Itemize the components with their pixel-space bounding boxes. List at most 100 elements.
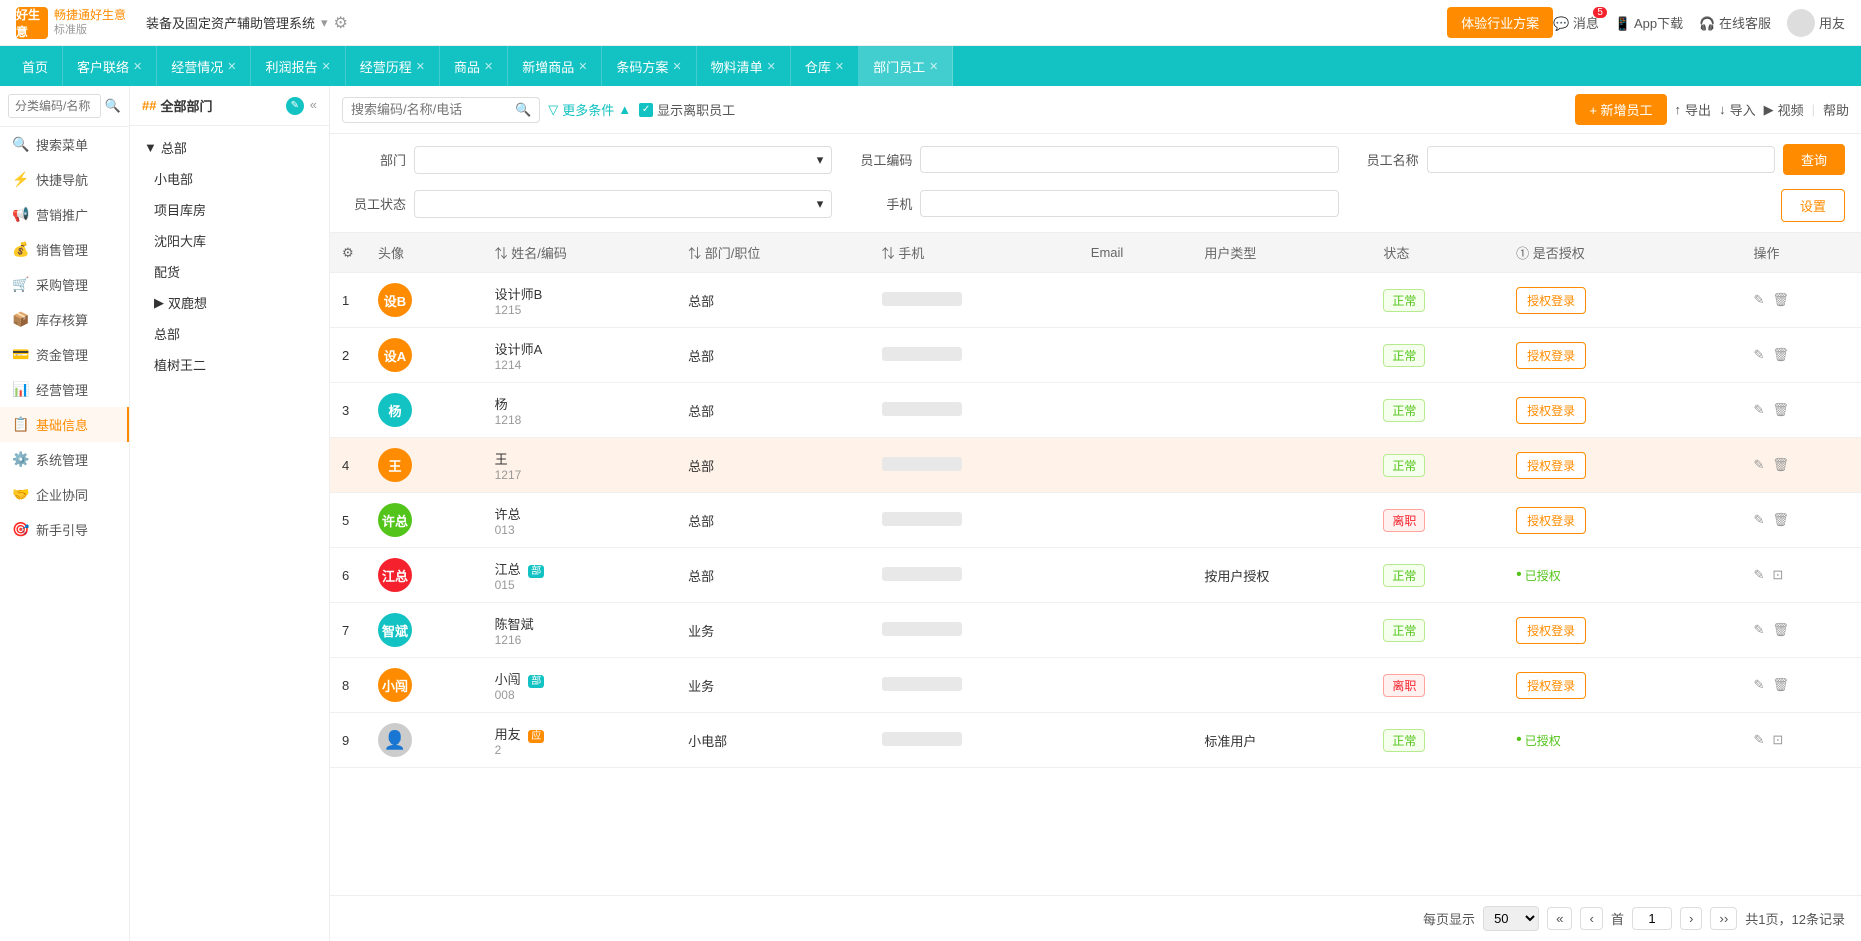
col-settings[interactable]: ⚙	[330, 233, 366, 273]
auth-login-button[interactable]: 授权登录	[1516, 672, 1586, 699]
per-page-select[interactable]: 50 100	[1483, 906, 1539, 931]
export-button[interactable]: ↑ 导出	[1675, 100, 1712, 119]
nav-tab-new-goods[interactable]: 新增商品 ✕	[508, 46, 602, 86]
auth-login-button[interactable]: 授权登录	[1516, 397, 1586, 424]
dept-node-plant[interactable]: 植树王二	[130, 349, 329, 380]
import-button[interactable]: ↓ 导入	[1719, 100, 1756, 119]
sidebar-item-finance[interactable]: 💳资金管理	[0, 337, 129, 372]
status-filter-select[interactable]: ▾	[414, 190, 832, 218]
nav-tab-business[interactable]: 经营情况 ✕	[157, 46, 251, 86]
nav-tab-home[interactable]: 首页	[8, 46, 63, 86]
phone-filter-input[interactable]	[920, 190, 1338, 217]
online-service-button[interactable]: 🎧 在线客服	[1699, 13, 1771, 32]
nav-tab-barcode[interactable]: 条码方案 ✕	[602, 46, 696, 86]
copy-icon[interactable]: ⊡	[1772, 567, 1783, 583]
edit-icon[interactable]: ✎	[1753, 512, 1764, 528]
more-filter-button[interactable]: ▽ 更多条件 ▲	[548, 100, 631, 119]
col-name[interactable]: ⇅ 姓名/编码	[483, 233, 677, 273]
auth-login-button[interactable]: 授权登录	[1516, 452, 1586, 479]
trial-button[interactable]: 体验行业方案	[1447, 7, 1553, 38]
emp-code-filter-input[interactable]	[920, 146, 1338, 173]
first-page-button[interactable]: «	[1547, 907, 1572, 930]
app-download-button[interactable]: 📱 App下载	[1615, 13, 1683, 32]
tab-close-icon[interactable]: ✕	[133, 60, 142, 73]
dropdown-arrow-icon[interactable]: ▾	[321, 15, 328, 31]
tab-close-icon[interactable]: ✕	[835, 60, 844, 73]
sidebar-item-sales[interactable]: 💰销售管理	[0, 232, 129, 267]
dept-node-general[interactable]: ▼ 总部	[130, 132, 329, 163]
edit-icon[interactable]: ✎	[1753, 347, 1764, 363]
sidebar-item-operation[interactable]: 📊经营管理	[0, 372, 129, 407]
dept-node-shenyang[interactable]: 沈阳大库	[130, 225, 329, 256]
nav-tab-employee[interactable]: 部门员工 ✕	[859, 46, 953, 86]
sidebar-item-collab[interactable]: 🤝企业协同	[0, 477, 129, 512]
user-avatar[interactable]: 用友	[1787, 9, 1845, 37]
dept-node-delivery[interactable]: 配货	[130, 256, 329, 287]
col-phone[interactable]: ⇅ 手机	[870, 233, 1079, 273]
delete-icon[interactable]: 🗑	[1772, 347, 1789, 363]
tab-close-icon[interactable]: ✕	[672, 60, 681, 73]
sidebar-search-input[interactable]	[8, 94, 101, 118]
set-button[interactable]: 设置	[1781, 189, 1845, 222]
dept-node-shuanglu[interactable]: ▶ 双鹿想	[130, 287, 329, 318]
query-button[interactable]: 查询	[1783, 144, 1845, 175]
sidebar-item-system[interactable]: ⚙️系统管理	[0, 442, 129, 477]
delete-icon[interactable]: 🗑	[1772, 457, 1789, 473]
delete-icon[interactable]: 🗑	[1772, 402, 1789, 418]
dept-filter-select[interactable]: ▾	[414, 146, 832, 174]
auth-login-button[interactable]: 授权登录	[1516, 287, 1586, 314]
prev-page-button[interactable]: ‹	[1580, 907, 1602, 930]
delete-icon[interactable]: 🗑	[1772, 677, 1789, 693]
sidebar-item-nav[interactable]: ⚡快捷导航	[0, 162, 129, 197]
edit-icon[interactable]: ✎	[1753, 292, 1764, 308]
emp-name-filter-input[interactable]	[1427, 146, 1775, 173]
edit-icon[interactable]: ✎	[1753, 402, 1764, 418]
next-page-button[interactable]: ›	[1680, 907, 1702, 930]
tab-close-icon[interactable]: ✕	[767, 60, 776, 73]
delete-icon[interactable]: 🗑	[1772, 292, 1789, 308]
sidebar-item-inventory[interactable]: 📦库存核算	[0, 302, 129, 337]
nav-tab-profit[interactable]: 利润报告 ✕	[251, 46, 345, 86]
nav-tab-warehouse[interactable]: 仓库 ✕	[791, 46, 859, 86]
last-page-button[interactable]: ››	[1710, 907, 1737, 930]
tab-close-icon[interactable]: ✕	[929, 60, 938, 73]
sidebar-search-icon[interactable]: 🔍	[105, 98, 121, 114]
delete-icon[interactable]: 🗑	[1772, 512, 1789, 528]
auth-login-button[interactable]: 授权登录	[1516, 342, 1586, 369]
sidebar-item-basic[interactable]: 📋基础信息	[0, 407, 129, 442]
sidebar-item-marketing[interactable]: 📢营销推广	[0, 197, 129, 232]
tab-close-icon[interactable]: ✕	[227, 60, 236, 73]
sidebar-item-search[interactable]: 🔍搜索菜单	[0, 127, 129, 162]
col-auth[interactable]: ① 是否授权	[1504, 233, 1693, 273]
show-resigned-checkbox[interactable]: ✓ 显示离职员工	[639, 100, 735, 119]
auth-login-button[interactable]: 授权登录	[1516, 507, 1586, 534]
all-dept-label[interactable]: ## 全部部门	[142, 96, 212, 115]
sidebar-item-guide[interactable]: 🎯新手引导	[0, 512, 129, 547]
edit-icon[interactable]: ✎	[1753, 457, 1764, 473]
dept-node-hq[interactable]: 总部	[130, 318, 329, 349]
auth-login-button[interactable]: 授权登录	[1516, 617, 1586, 644]
tab-close-icon[interactable]: ✕	[578, 60, 587, 73]
edit-icon[interactable]: ✎	[1753, 567, 1764, 583]
col-dept[interactable]: ⇅ 部门/职位	[676, 233, 870, 273]
edit-dept-icon[interactable]: ✎	[286, 97, 304, 115]
nav-tab-goods[interactable]: 商品 ✕	[440, 46, 508, 86]
tab-close-icon[interactable]: ✕	[416, 60, 425, 73]
copy-icon[interactable]: ⊡	[1772, 732, 1783, 748]
page-number-input[interactable]	[1632, 907, 1672, 930]
nav-tab-customer[interactable]: 客户联络 ✕	[63, 46, 157, 86]
tab-close-icon[interactable]: ✕	[322, 60, 331, 73]
message-button[interactable]: 💬 消息 5	[1553, 13, 1599, 32]
sidebar-item-purchase[interactable]: 🛒采购管理	[0, 267, 129, 302]
help-button[interactable]: 帮助	[1823, 100, 1849, 119]
nav-tab-journey[interactable]: 经营历程 ✕	[346, 46, 440, 86]
collapse-panel-icon[interactable]: «	[310, 97, 317, 115]
video-button[interactable]: ▶ 视频	[1764, 100, 1804, 119]
settings-icon[interactable]: ⚙	[334, 13, 348, 33]
delete-icon[interactable]: 🗑	[1772, 622, 1789, 638]
edit-icon[interactable]: ✎	[1753, 677, 1764, 693]
search-icon[interactable]: 🔍	[515, 102, 531, 118]
edit-icon[interactable]: ✎	[1753, 622, 1764, 638]
employee-search-input[interactable]	[351, 102, 511, 117]
edit-icon[interactable]: ✎	[1753, 732, 1764, 748]
